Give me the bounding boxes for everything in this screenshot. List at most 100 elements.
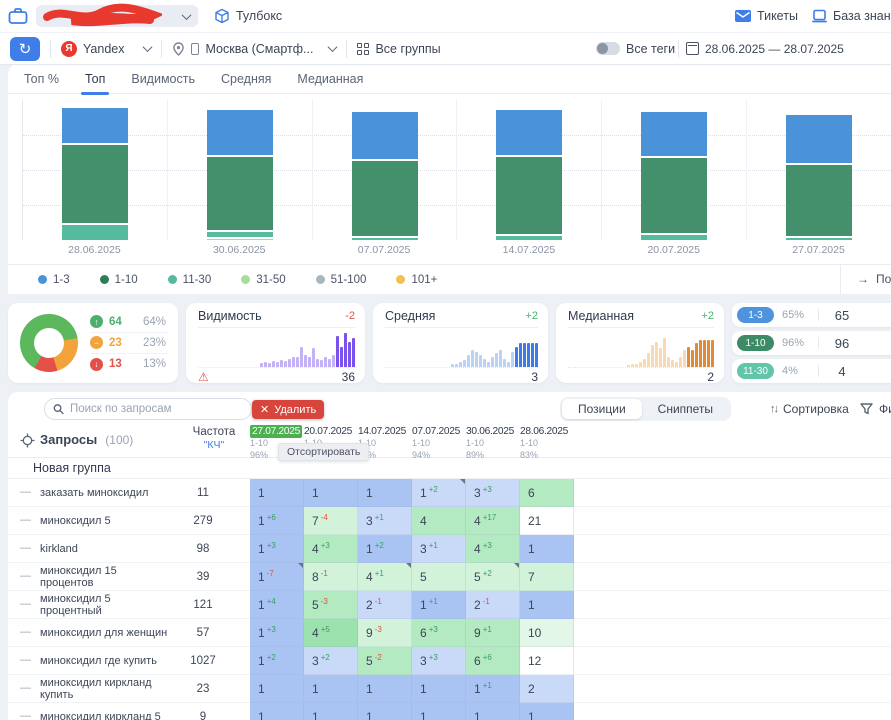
group-header[interactable]: Новая группа bbox=[8, 458, 891, 479]
keyword-label[interactable]: миноксидил 5 процентный bbox=[40, 591, 170, 619]
sparkline-bar bbox=[643, 358, 646, 367]
region-selector[interactable]: Москва (Смартф... bbox=[172, 41, 338, 56]
position-delta: +1 bbox=[374, 513, 384, 522]
stacked-bar[interactable] bbox=[641, 111, 708, 240]
delete-label: Удалить bbox=[274, 403, 317, 416]
sparkline-bar bbox=[515, 346, 518, 367]
position-cell: 5 -2 bbox=[358, 647, 412, 675]
chart-date-label: 27.07.2025 bbox=[792, 244, 845, 256]
order-link[interactable]: → Порядок bbox=[840, 264, 891, 294]
position-value: 1 bbox=[474, 681, 481, 696]
row-drag-handle[interactable]: — bbox=[20, 710, 31, 720]
column-date: 07.07.2025 bbox=[412, 426, 460, 437]
tab-1[interactable]: Топ % bbox=[24, 64, 59, 94]
project-selector[interactable] bbox=[36, 3, 198, 27]
queries-header[interactable]: Запросы (100) bbox=[40, 432, 133, 447]
date-column-header[interactable]: 30.06.2025 1-10 89% bbox=[466, 426, 520, 461]
row-drag-handle[interactable]: — bbox=[20, 570, 31, 582]
keyword-frequency: 11 bbox=[197, 487, 209, 499]
sparkline-bar bbox=[312, 348, 315, 367]
legend-item-11-30[interactable]: 11-30 bbox=[167, 274, 211, 286]
position-cell: 21 bbox=[520, 507, 574, 535]
search-input[interactable] bbox=[69, 403, 243, 415]
top-summary-row-1-10[interactable]: 1-1096%96+13 bbox=[732, 331, 891, 355]
legend-item-1-10[interactable]: 1-10 bbox=[99, 274, 138, 286]
toolbox-button[interactable]: Тулбокс bbox=[214, 8, 282, 24]
refresh-button[interactable]: ↻ bbox=[10, 36, 40, 61]
position-delta: +2 bbox=[266, 653, 276, 662]
position-value: 1 bbox=[258, 625, 265, 640]
legend-item-51-100[interactable]: 51-100 bbox=[315, 274, 366, 286]
sparkline-bar bbox=[535, 343, 538, 367]
keyword-label[interactable]: kirkland bbox=[40, 535, 170, 563]
keyword-label[interactable]: миноксидил 15 процентов bbox=[40, 563, 170, 591]
position-delta: +2 bbox=[320, 653, 330, 662]
row-drag-handle[interactable]: — bbox=[20, 654, 31, 666]
keyword-label[interactable]: миноксидил 5 bbox=[40, 507, 170, 535]
top-summary-row-1-3[interactable]: 1-365%65+19 bbox=[732, 303, 891, 327]
legend-item-1-3[interactable]: 1-3 bbox=[38, 274, 70, 286]
search-engine-selector[interactable]: Я Yandex bbox=[61, 40, 153, 57]
range-percent: 65% bbox=[782, 309, 805, 321]
tickets-button[interactable]: Тикеты bbox=[735, 9, 798, 23]
keyword-label[interactable]: миноксидил киркланд 5 bbox=[40, 703, 170, 720]
position-delta: -3 bbox=[374, 625, 382, 634]
position-delta: -1 bbox=[320, 569, 328, 578]
snippets-tab[interactable]: Сниппеты bbox=[642, 399, 729, 419]
sparkline-bar bbox=[507, 361, 510, 367]
tags-toggle[interactable]: Все теги bbox=[596, 42, 675, 56]
legend-item-101+[interactable]: 101+ bbox=[396, 274, 437, 286]
position-cell: 2 bbox=[520, 675, 574, 703]
keyword-label[interactable]: заказать миноксидил bbox=[40, 479, 170, 507]
row-drag-handle[interactable]: — bbox=[20, 626, 31, 638]
position-cell: 1 bbox=[412, 703, 466, 720]
region-label: Москва (Смартф... bbox=[205, 41, 314, 56]
date-column-header[interactable]: 28.06.2025 1-10 83% bbox=[520, 426, 574, 461]
tab-2[interactable]: Топ bbox=[80, 64, 110, 95]
briefcase-icon[interactable] bbox=[8, 7, 28, 25]
top-summary-row-11-30[interactable]: 11-304%4-13 bbox=[732, 359, 891, 383]
tab-5[interactable]: Медианная bbox=[297, 64, 363, 94]
legend-item-31-50[interactable]: 31-50 bbox=[241, 274, 286, 286]
stacked-bar[interactable] bbox=[61, 107, 128, 240]
keyword-label[interactable]: миноксидил где купить bbox=[40, 647, 170, 675]
position-cell: 3 +3 bbox=[466, 479, 520, 507]
toggle-icon bbox=[596, 42, 620, 55]
position-value: 1 bbox=[258, 653, 265, 668]
row-drag-handle[interactable]: — bbox=[20, 682, 31, 694]
stacked-bar[interactable] bbox=[496, 110, 563, 240]
position-value: 1 bbox=[420, 709, 427, 720]
sort-button[interactable]: ↑↓ Сортировка bbox=[770, 397, 849, 421]
move-crosshair-icon[interactable] bbox=[20, 433, 35, 448]
position-cell: 6 +3 bbox=[412, 619, 466, 647]
row-drag-handle[interactable]: — bbox=[20, 514, 31, 526]
date-column-header[interactable]: 07.07.2025 1-10 94% bbox=[412, 426, 466, 461]
position-cell: 3 +1 bbox=[358, 507, 412, 535]
position-cell: 1 bbox=[358, 703, 412, 720]
knowledge-base-button[interactable]: База знаний bbox=[812, 9, 891, 23]
keyword-label[interactable]: миноксидил киркланд купить bbox=[40, 675, 170, 703]
position-value: 1 bbox=[528, 541, 535, 556]
position-cell: 1 bbox=[358, 479, 412, 507]
row-drag-handle[interactable]: — bbox=[20, 598, 31, 610]
position-cell: 7 bbox=[520, 563, 574, 591]
positions-tab[interactable]: Позиции bbox=[562, 399, 642, 419]
delete-button[interactable]: ✕ Удалить bbox=[252, 400, 325, 419]
position-cell: 9 -3 bbox=[358, 619, 412, 647]
position-value: 1 bbox=[420, 597, 427, 612]
stacked-bar[interactable] bbox=[206, 110, 273, 240]
row-drag-handle[interactable]: — bbox=[20, 542, 31, 554]
row-drag-handle[interactable]: — bbox=[20, 486, 31, 498]
filter-button[interactable]: Фильтр bbox=[860, 397, 891, 421]
stacked-bar[interactable] bbox=[351, 111, 418, 240]
keyword-label[interactable]: миноксидил для женщин bbox=[40, 619, 170, 647]
position-cells: 1 +3 4 +5 9 -3 6 +3 9 +1 10 bbox=[250, 619, 574, 647]
bar-segment-1-10 bbox=[786, 165, 853, 236]
frequency-header[interactable]: Частота "КЧ" bbox=[184, 426, 244, 451]
stacked-bar[interactable] bbox=[786, 114, 853, 240]
tab-4[interactable]: Средняя bbox=[221, 64, 271, 94]
date-range-picker[interactable]: 28.06.2025 — 28.07.2025 bbox=[686, 42, 844, 56]
donut-stat-percent: 13% bbox=[142, 358, 166, 370]
tab-3[interactable]: Видимость bbox=[131, 64, 195, 94]
groups-selector[interactable]: Все группы bbox=[357, 42, 441, 56]
